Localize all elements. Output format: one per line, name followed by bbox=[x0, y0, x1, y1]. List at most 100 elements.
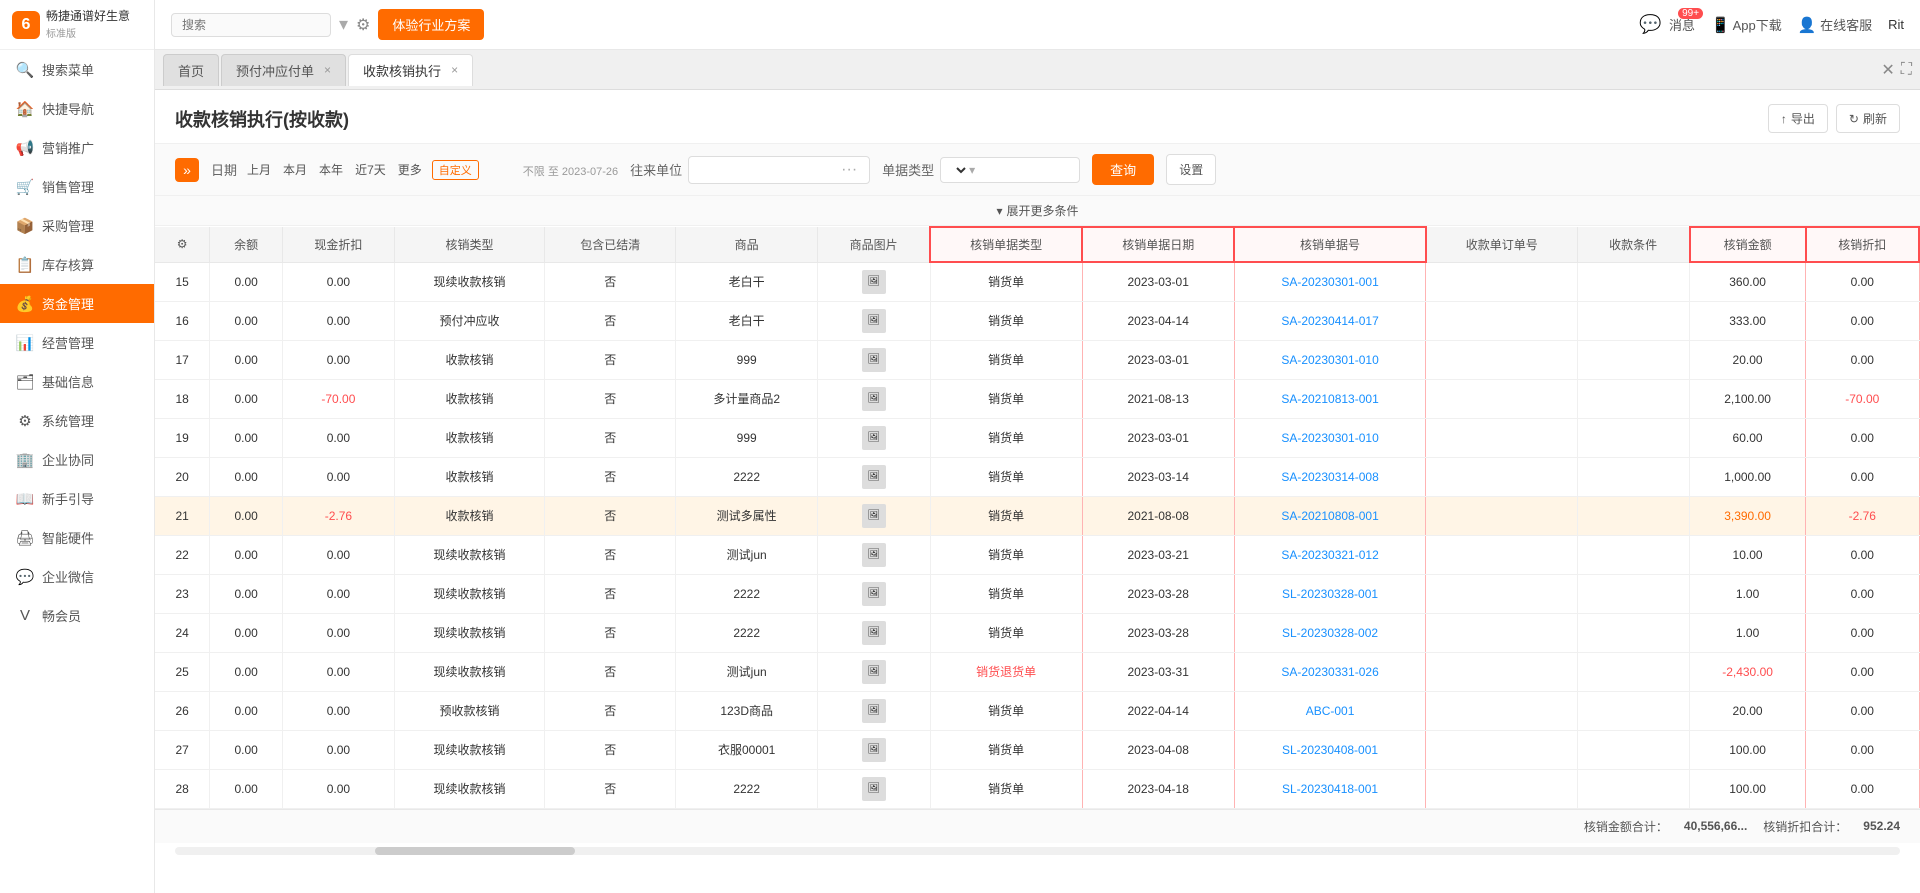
solution-button[interactable]: 体验行业方案 bbox=[378, 9, 484, 40]
cell-verify_discount: 0.00 bbox=[1806, 340, 1919, 379]
cell-balance: 0.00 bbox=[210, 379, 283, 418]
cell-goods: 测试jun bbox=[676, 652, 818, 691]
online-service-link[interactable]: 👤 在线客服 bbox=[1798, 15, 1872, 34]
sidebar-item-system[interactable]: ⚙系统管理 bbox=[0, 401, 154, 440]
customer-search-dots[interactable]: ··· bbox=[841, 161, 857, 179]
tab-label-collection: 收款核销执行 bbox=[363, 61, 441, 80]
tabbar-actions: ✕ ⛶ bbox=[1881, 60, 1912, 80]
sidebar-item-member[interactable]: V畅会员 bbox=[0, 596, 154, 635]
cell-receipt_order_no bbox=[1426, 535, 1577, 574]
page-title: 收款核销执行(按收款) bbox=[175, 106, 349, 132]
message-badge[interactable]: 💬 99+ 消息 bbox=[1639, 14, 1695, 35]
tab-home[interactable]: 首页 bbox=[163, 54, 219, 86]
sidebar-item-marketing[interactable]: 📢营销推广 bbox=[0, 128, 154, 167]
member-icon: V bbox=[16, 607, 34, 625]
page-header: 收款核销执行(按收款) ↑ 导出 ↻ 刷新 bbox=[155, 90, 1920, 143]
doc-no-link[interactable]: SA-20230301-010 bbox=[1281, 431, 1378, 445]
expand-more-bar[interactable]: ▾ 展开更多条件 bbox=[155, 196, 1920, 226]
cell-receipt_order_no bbox=[1426, 613, 1577, 652]
maximize-button[interactable]: ⛶ bbox=[1901, 60, 1912, 80]
tab-close-prepay[interactable]: × bbox=[324, 63, 331, 77]
cell-goods_image: 🖼 bbox=[818, 652, 930, 691]
cell-receipt_condition bbox=[1577, 418, 1689, 457]
date-more[interactable]: 更多 bbox=[394, 159, 426, 180]
topbar-search-input[interactable] bbox=[171, 13, 331, 37]
gear-icon[interactable]: ⚙ bbox=[177, 237, 188, 251]
cell-cash_discount: -2.76 bbox=[283, 496, 395, 535]
cell-receipt_order_no bbox=[1426, 262, 1577, 301]
refresh-button[interactable]: ↻ 刷新 bbox=[1836, 104, 1900, 133]
doc-no-link[interactable]: SA-20230414-017 bbox=[1281, 314, 1378, 328]
export-button[interactable]: ↑ 导出 bbox=[1768, 104, 1828, 133]
refresh-icon: ↻ bbox=[1849, 112, 1859, 126]
goods-image-icon: 🖼 bbox=[862, 621, 886, 645]
cell-gear: 16 bbox=[155, 301, 210, 340]
doc-no-link[interactable]: SA-20210808-001 bbox=[1281, 509, 1378, 523]
doc-no-link[interactable]: SA-20230314-008 bbox=[1281, 470, 1378, 484]
doc-no-link[interactable]: SA-20210813-001 bbox=[1281, 392, 1378, 406]
cell-include_settled: 否 bbox=[545, 457, 676, 496]
filter-setting-button[interactable]: 设置 bbox=[1166, 154, 1216, 185]
tab-close-collection[interactable]: × bbox=[451, 63, 458, 77]
sidebar-item-inventory[interactable]: 📋库存核算 bbox=[0, 245, 154, 284]
table-row: 240.000.00现续收款核销否2222🖼销货单2023-03-28SL-20… bbox=[155, 613, 1919, 652]
cell-verify_discount: 0.00 bbox=[1806, 574, 1919, 613]
cell-verify_type: 现续收款核销 bbox=[394, 652, 544, 691]
date-custom-button[interactable]: 自定义 bbox=[432, 160, 479, 180]
doc-no-link[interactable]: SA-20230321-012 bbox=[1281, 548, 1378, 562]
query-button[interactable]: 查询 bbox=[1092, 154, 1154, 185]
sidebar-item-guide[interactable]: 📖新手引导 bbox=[0, 479, 154, 518]
date-this-month[interactable]: 本月 bbox=[279, 159, 311, 180]
doc-no-link[interactable]: SA-20230331-026 bbox=[1281, 665, 1378, 679]
expand-more-button[interactable]: ▾ 展开更多条件 bbox=[996, 202, 1078, 219]
cell-verify_discount: 0.00 bbox=[1806, 730, 1919, 769]
doc-no-link[interactable]: ABC-001 bbox=[1306, 704, 1355, 718]
user-name: Rit bbox=[1888, 17, 1904, 32]
tab-collection[interactable]: 收款核销执行 × bbox=[348, 54, 473, 86]
customer-input[interactable] bbox=[697, 163, 837, 177]
cell-verify_doc_date: 2021-08-13 bbox=[1082, 379, 1234, 418]
col-header-cash_discount: 现金折扣 bbox=[283, 227, 395, 262]
doc-no-link[interactable]: SL-20230328-001 bbox=[1282, 587, 1378, 601]
topbar-left: ▾ ⚙ 体验行业方案 bbox=[171, 9, 1627, 40]
sidebar-label-marketing: 营销推广 bbox=[42, 138, 94, 157]
table-row: 270.000.00现续收款核销否衣服00001🖼销货单2023-04-08SL… bbox=[155, 730, 1919, 769]
doc-no-link[interactable]: SL-20230408-001 bbox=[1282, 743, 1378, 757]
tab-prepay[interactable]: 预付冲应付单× bbox=[221, 54, 346, 86]
app-download-link[interactable]: 📱 App下载 bbox=[1711, 15, 1782, 34]
doc-no-link[interactable]: SL-20230418-001 bbox=[1282, 782, 1378, 796]
sidebar-item-sales[interactable]: 🛒销售管理 bbox=[0, 167, 154, 206]
page-content: 收款核销执行(按收款) ↑ 导出 ↻ 刷新 » 日期 上月 本月 本 bbox=[155, 90, 1920, 893]
sidebar-item-purchase[interactable]: 📦采购管理 bbox=[0, 206, 154, 245]
close-tab-button[interactable]: ✕ bbox=[1881, 60, 1894, 80]
date-last-month[interactable]: 上月 bbox=[243, 159, 275, 180]
doc-no-link[interactable]: SL-20230328-002 bbox=[1282, 626, 1378, 640]
date-7days[interactable]: 近7天 bbox=[351, 159, 390, 180]
doc-no-link[interactable]: SA-20230301-010 bbox=[1281, 353, 1378, 367]
sidebar-item-wechat[interactable]: 💬企业微信 bbox=[0, 557, 154, 596]
sidebar-item-quicknav[interactable]: 🏠快捷导航 bbox=[0, 89, 154, 128]
doctype-select[interactable] bbox=[949, 162, 969, 178]
cell-cash_discount: 0.00 bbox=[283, 613, 395, 652]
logo-icon: 6 bbox=[12, 11, 40, 39]
sidebar-item-basic[interactable]: 🗂基础信息 bbox=[0, 362, 154, 401]
doc-no-link[interactable]: SA-20230301-001 bbox=[1281, 275, 1378, 289]
date-this-year[interactable]: 本年 bbox=[315, 159, 347, 180]
cell-verify_type: 现续收款核销 bbox=[394, 613, 544, 652]
cell-verify_doc_type: 销货单 bbox=[930, 535, 1082, 574]
cell-receipt_order_no bbox=[1426, 379, 1577, 418]
sidebar-item-hardware[interactable]: 🖨智能硬件 bbox=[0, 518, 154, 557]
cell-verify_discount: 0.00 bbox=[1806, 691, 1919, 730]
filter-expand-button[interactable]: » bbox=[175, 158, 199, 182]
settings-icon[interactable]: ⚙ bbox=[356, 15, 370, 35]
sidebar-label-hardware: 智能硬件 bbox=[42, 528, 94, 547]
sidebar-item-business[interactable]: 📊经营管理 bbox=[0, 323, 154, 362]
sidebar-item-finance[interactable]: 💰资金管理 bbox=[0, 284, 154, 323]
sidebar-item-search[interactable]: 🔍搜索菜单 bbox=[0, 50, 154, 89]
cell-verify_doc_no: SL-20230418-001 bbox=[1234, 769, 1426, 808]
cell-include_settled: 否 bbox=[545, 379, 676, 418]
sidebar-item-corp[interactable]: 🏢企业协同 bbox=[0, 440, 154, 479]
cell-goods: 2222 bbox=[676, 613, 818, 652]
cell-receipt_order_no bbox=[1426, 574, 1577, 613]
col-header-gear[interactable]: ⚙ bbox=[155, 227, 210, 262]
